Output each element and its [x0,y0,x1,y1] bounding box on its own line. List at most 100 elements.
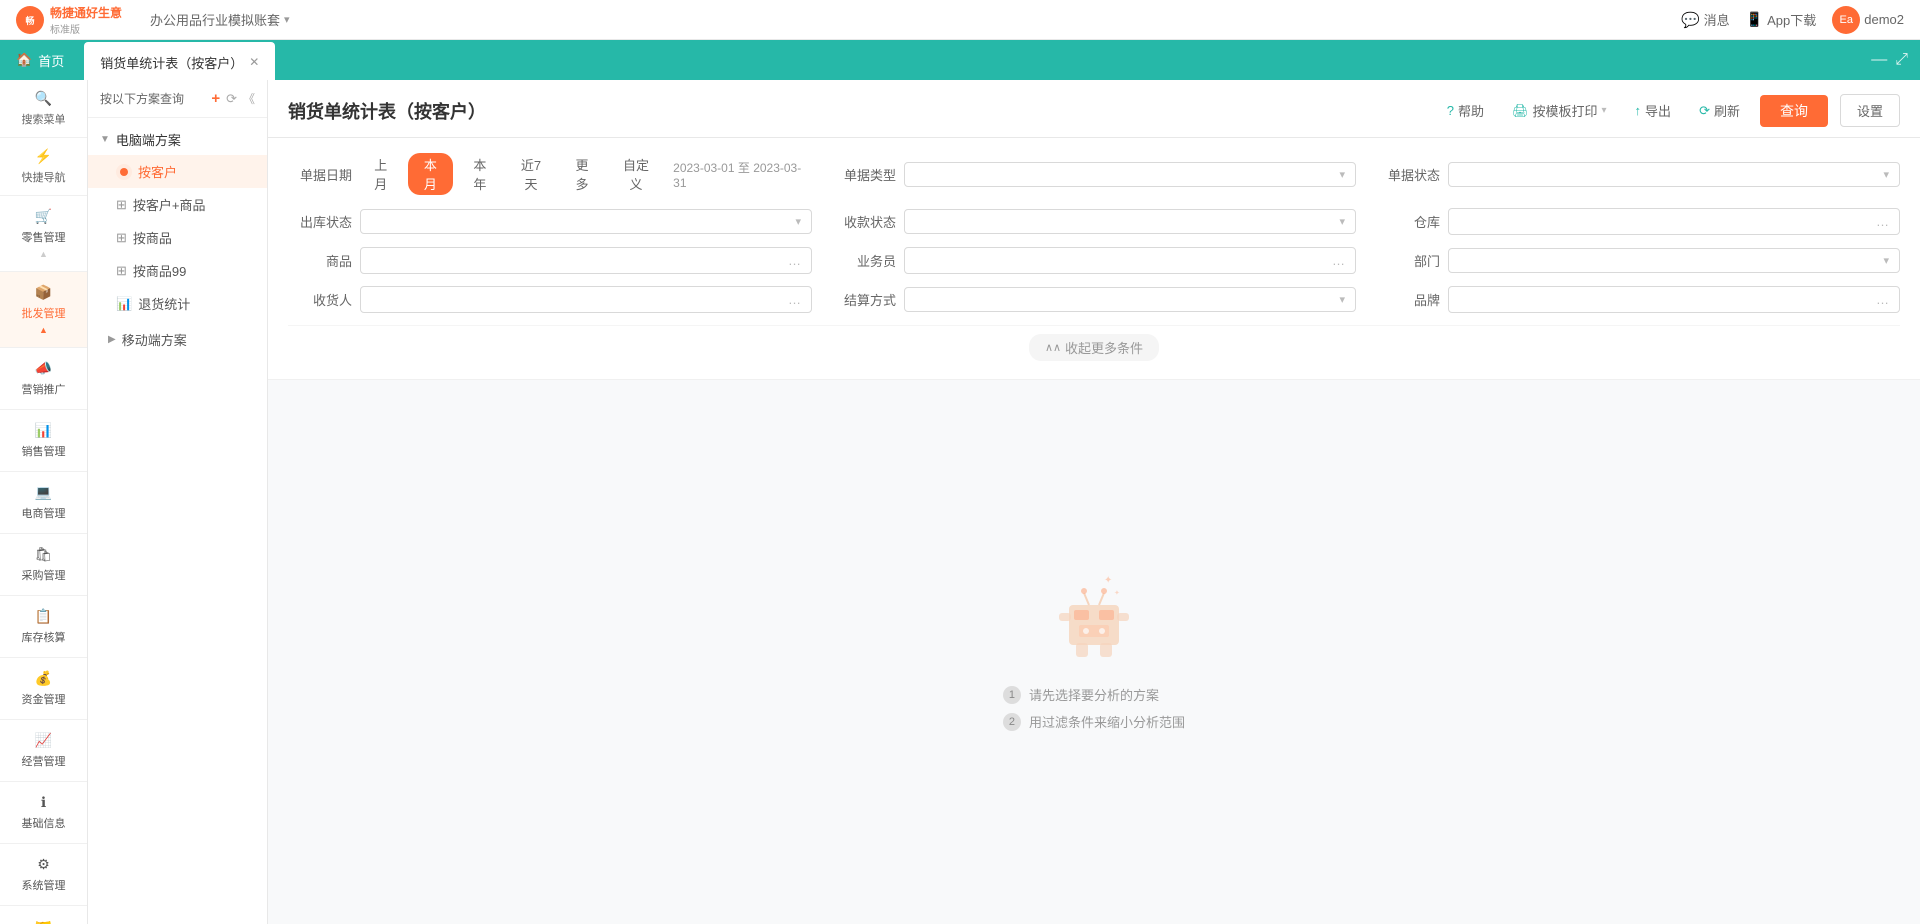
quick-nav-icon: ⚡ [35,148,52,165]
return-icon: 📊 [116,296,132,312]
date-btn-more[interactable]: 更多 [561,152,603,196]
date-btn-this-year[interactable]: 本年 [459,152,501,196]
sidebar-item-ops[interactable]: 📈 经营管理 [0,720,87,782]
scheme-collapse-btn[interactable]: 《 [243,90,255,107]
filter-cell-receiver: 收货人 … [288,286,812,313]
sidebar-item-sales-mgmt[interactable]: 📊 销售管理 [0,410,87,472]
scheme-add-btn[interactable]: + [211,90,220,107]
logo-icon: 畅 [16,6,44,34]
sidebar-item-sys-mgmt[interactable]: ⚙ 系统管理 [0,844,87,906]
order-type-arrow: ▾ [1339,168,1345,181]
user-menu[interactable]: Ea demo2 [1832,6,1904,34]
sidebar-item-marketing[interactable]: 📣 营销推广 [0,348,87,410]
filter-row-4: 收货人 … 结算方式 ▾ 品牌 … [288,286,1900,313]
collapse-row: ∧∧ 收起更多条件 [288,325,1900,365]
sidebar: 🔍 搜索菜单 ⚡ 快捷导航 🛒 零售管理 ▲ 📦 批发管理 ▲ 📣 营销推广 📊… [0,80,88,924]
tip-num-1: 1 [1003,686,1021,704]
ops-icon: 📈 [35,732,52,749]
filter-cell-order-type: 单据类型 ▾ [832,162,1356,187]
tip-num-2: 2 [1003,713,1021,731]
order-type-select[interactable]: ▾ [904,162,1356,187]
brand-select[interactable]: … [1448,286,1900,313]
filter-cell-receipt-status: 收款状态 ▾ [832,209,1356,234]
home-icon: 🏠 [16,52,32,68]
page-actions: ? 帮助 🖨 按模板打印 ▾ ↑ 导出 ⟳ 刷新 查询 设置 [1439,94,1900,127]
out-status-select[interactable]: ▾ [360,209,812,234]
warehouse-select[interactable]: … [1448,208,1900,235]
customer-goods-icon: ⊞ [116,197,127,213]
filter-cell-warehouse: 仓库 … [1376,208,1900,235]
tree-item-by-goods[interactable]: ⊞ 按商品 [88,221,267,254]
order-status-select[interactable]: ▾ [1448,162,1900,187]
sidebar-item-quick-nav[interactable]: ⚡ 快捷导航 [0,138,87,196]
tab-sales-stat[interactable]: 销货单统计表（按客户） ✕ [84,42,275,82]
sidebar-item-finance[interactable]: 💰 资金管理 [0,658,87,720]
scheme-title: 按以下方案查询 [100,90,184,107]
settle-select[interactable]: ▾ [904,287,1356,312]
help-btn[interactable]: ? 帮助 [1439,97,1492,124]
breadcrumb-text: 办公用品行业模拟账套 [150,10,280,29]
filter-cell-salesperson: 业务员 … [832,247,1356,274]
salesperson-label: 业务员 [832,251,904,270]
receipt-status-select[interactable]: ▾ [904,209,1356,234]
sidebar-item-basic-info[interactable]: ℹ 基础信息 [0,782,87,844]
group-arrow: ▼ [100,134,110,145]
page-header: 销货单统计表（按客户） ? 帮助 🖨 按模板打印 ▾ ↑ 导出 ⟳ 刷新 [268,80,1920,138]
scheme-refresh-btn[interactable]: ⟳ [226,91,237,107]
sidebar-item-ecommerce[interactable]: 💻 电商管理 [0,472,87,534]
breadcrumb[interactable]: 办公用品行业模拟账套 ▾ [150,10,290,29]
sidebar-item-inventory[interactable]: 📋 库存核算 [0,596,87,658]
tree-item-by-customer-goods[interactable]: ⊞ 按客户+商品 [88,188,267,221]
mobile-arrow: ▶ [108,334,116,345]
expand-icon: ▲ [39,249,48,259]
date-btn-custom[interactable]: 自定义 [609,152,663,196]
message-btn[interactable]: 💬 消息 [1681,10,1730,29]
sidebar-item-purchase[interactable]: 🛍 采购管理 [0,534,87,596]
app-download-btn[interactable]: 📱 App下载 [1746,10,1817,29]
sidebar-item-enterprise[interactable]: 🤝 企业协同 [0,906,87,924]
export-btn[interactable]: ↑ 导出 [1627,97,1680,124]
message-icon: 💬 [1681,11,1700,29]
dept-select[interactable]: ▾ [1448,248,1900,273]
date-btn-this-month[interactable]: 本月 [408,153,454,195]
goods-icon: ⊞ [116,230,127,246]
collapse-btn[interactable]: ∧∧ 收起更多条件 [1029,334,1159,361]
empty-tip-2: 2 用过滤条件来缩小分析范围 [1003,712,1185,731]
page-title: 销货单统计表（按客户） [288,98,486,124]
tree-group-mobile-title[interactable]: ▶ 移动端方案 [88,324,267,355]
empty-tip-1: 1 请先选择要分析的方案 [1003,685,1185,704]
main-layout: 🔍 搜索菜单 ⚡ 快捷导航 🛒 零售管理 ▲ 📦 批发管理 ▲ 📣 营销推广 📊… [0,80,1920,924]
filter-cell-settle: 结算方式 ▾ [832,287,1356,312]
goods-select[interactable]: … [360,247,812,274]
content-area: 销货单统计表（按客户） ? 帮助 🖨 按模板打印 ▾ ↑ 导出 ⟳ 刷新 [268,80,1920,924]
brand-label: 品牌 [1376,290,1448,309]
print-btn[interactable]: 🖨 按模板打印 ▾ [1504,97,1615,124]
settings-btn[interactable]: 设置 [1840,94,1900,127]
refresh-btn[interactable]: ⟳ 刷新 [1691,97,1748,124]
salesperson-select[interactable]: … [904,247,1356,274]
customer-scheme-icon [116,164,132,180]
date-btn-7days[interactable]: 近7天 [507,152,556,196]
tab-close-btn[interactable]: ✕ [249,55,259,69]
tab-maximize-btn[interactable]: ⤢ [1895,51,1908,69]
tab-bar: 🏠 首页 销货单统计表（按客户） ✕ — ⤢ [0,40,1920,80]
tree-item-by-goods99[interactable]: ⊞ 按商品99 [88,254,267,287]
out-status-label: 出库状态 [288,212,360,231]
sidebar-item-search-menu[interactable]: 🔍 搜索菜单 [0,80,87,138]
date-btn-last-month[interactable]: 上月 [360,152,402,196]
filter-cell-order-status: 单据状态 ▾ [1376,162,1900,187]
tree-item-by-customer[interactable]: 按客户 [88,155,267,188]
tab-home[interactable]: 🏠 首页 [0,40,80,80]
sidebar-item-wholesale-mgmt[interactable]: 📦 批发管理 ▲ [0,272,87,348]
empty-tips: 1 请先选择要分析的方案 2 用过滤条件来缩小分析范围 [1003,685,1185,739]
date-picker-group: 上月 本月 本年 近7天 更多 自定义 2023-03-01 至 2023-03… [360,152,812,196]
tree-group-desktop-title[interactable]: ▼ 电脑端方案 [88,124,267,155]
logo-area: 畅 畅捷通好生意 标准版 [16,4,122,36]
query-btn[interactable]: 查询 [1760,95,1828,127]
sidebar-item-retail-mgmt[interactable]: 🛒 零售管理 ▲ [0,196,87,272]
tab-minimize-btn[interactable]: — [1871,51,1887,69]
receiver-select[interactable]: … [360,286,812,313]
svg-text:✦: ✦ [1104,575,1112,586]
tree-item-return-stat[interactable]: 📊 退货统计 [88,287,267,320]
filter-cell-dept: 部门 ▾ [1376,248,1900,273]
